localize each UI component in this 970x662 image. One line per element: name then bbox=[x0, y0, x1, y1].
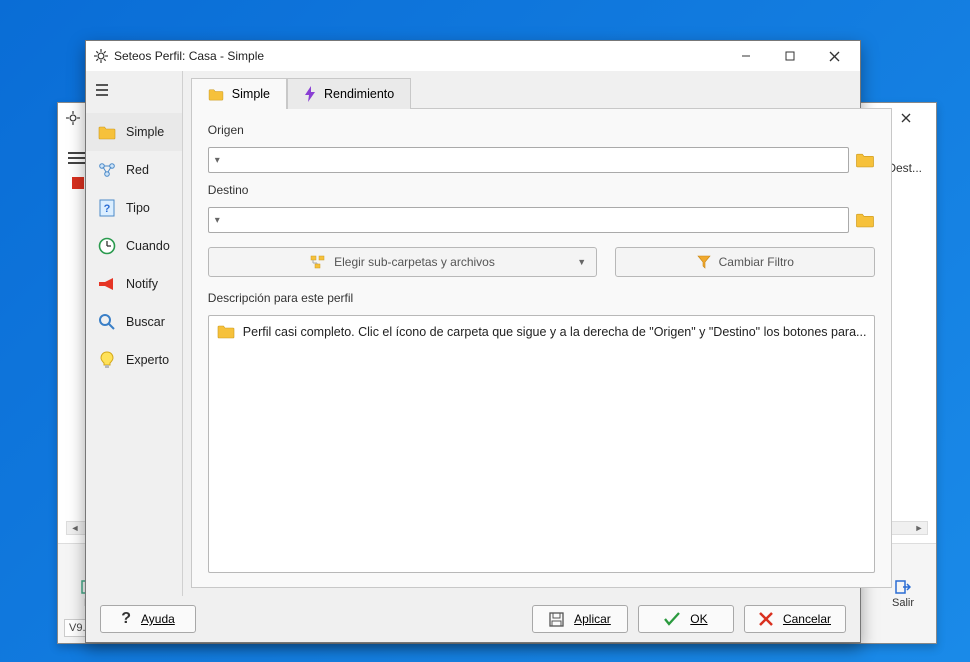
maximize-button[interactable] bbox=[768, 42, 812, 70]
ok-button[interactable]: OK bbox=[638, 605, 734, 633]
sidebar-item-label: Notify bbox=[126, 277, 158, 291]
scroll-right-icon[interactable]: ► bbox=[911, 522, 927, 534]
sidebar-item-label: Cuando bbox=[126, 239, 170, 253]
destino-dropdown[interactable]: ▾ bbox=[208, 207, 850, 233]
search-icon bbox=[98, 313, 116, 331]
help-label: Ayuda bbox=[141, 612, 175, 626]
origen-browse-button[interactable] bbox=[855, 152, 875, 168]
cancel-icon bbox=[759, 612, 773, 626]
stop-icon bbox=[72, 177, 84, 189]
back-app-icon bbox=[66, 111, 80, 125]
network-icon bbox=[98, 161, 116, 179]
origen-dropdown[interactable]: ▾ bbox=[208, 147, 850, 173]
settings-sidebar: Simple Red ? Tipo Cuando bbox=[86, 71, 183, 596]
tree-icon bbox=[310, 255, 326, 269]
ok-label: OK bbox=[690, 612, 707, 626]
help-icon: ? bbox=[121, 610, 131, 628]
folder-icon bbox=[98, 123, 116, 141]
tab-strip: Simple Rendimiento bbox=[191, 77, 893, 108]
sidebar-item-experto[interactable]: Experto bbox=[86, 341, 182, 379]
chevron-down-icon: ▾ bbox=[215, 215, 220, 226]
sidebar-item-tipo[interactable]: ? Tipo bbox=[86, 189, 182, 227]
change-filter-label: Cambiar Filtro bbox=[719, 255, 794, 269]
type-help-icon: ? bbox=[98, 199, 116, 217]
cancel-label: Cancelar bbox=[783, 612, 831, 626]
sidebar-item-label: Buscar bbox=[126, 315, 165, 329]
sidebar-item-cuando[interactable]: Cuando bbox=[86, 227, 182, 265]
chevron-down-icon: ▼ bbox=[577, 257, 586, 267]
cancel-button[interactable]: Cancelar bbox=[744, 605, 846, 633]
description-area[interactable]: Perfil casi completo. Clic el ícono de c… bbox=[208, 315, 876, 573]
tab-rendimiento[interactable]: Rendimiento bbox=[287, 78, 411, 109]
destino-label: Destino bbox=[208, 183, 876, 197]
apply-button[interactable]: Aplicar bbox=[532, 605, 628, 633]
sidebar-item-label: Red bbox=[126, 163, 149, 177]
change-filter-button[interactable]: Cambiar Filtro bbox=[615, 247, 875, 277]
destino-browse-button[interactable] bbox=[855, 212, 875, 228]
funnel-icon bbox=[697, 255, 711, 269]
lightning-icon bbox=[304, 86, 316, 102]
chevron-down-icon: ▾ bbox=[215, 155, 220, 166]
tab-content: Origen ▾ Destino ▾ bbox=[191, 108, 893, 588]
clock-icon bbox=[98, 237, 116, 255]
scroll-left-icon[interactable]: ◄ bbox=[67, 522, 83, 534]
sidebar-item-simple[interactable]: Simple bbox=[86, 113, 182, 151]
menu-icon[interactable] bbox=[86, 71, 118, 113]
tab-label: Simple bbox=[232, 87, 270, 101]
svg-text:?: ? bbox=[104, 203, 111, 215]
description-label: Descripción para este perfil bbox=[208, 291, 876, 305]
exit-label: Salir bbox=[892, 597, 914, 609]
sidebar-item-red[interactable]: Red bbox=[86, 151, 182, 189]
folder-icon bbox=[208, 88, 224, 101]
origen-label: Origen bbox=[208, 123, 876, 137]
help-button[interactable]: ? Ayuda bbox=[100, 605, 196, 633]
sidebar-item-notify[interactable]: Notify bbox=[86, 265, 182, 303]
choose-subfolders-label: Elegir sub-carpetas y archivos bbox=[334, 255, 495, 269]
folder-icon bbox=[217, 324, 235, 339]
minimize-button[interactable] bbox=[724, 42, 768, 70]
profile-settings-dialog: Seteos Perfil: Casa - Simple Simple bbox=[85, 40, 861, 643]
megaphone-icon bbox=[98, 275, 116, 293]
dialog-footer: ? Ayuda Aplicar OK Cancelar bbox=[86, 596, 860, 642]
sidebar-item-label: Experto bbox=[126, 353, 169, 367]
main-panel: Simple Rendimiento Origen ▾ bbox=[183, 71, 901, 596]
lightbulb-icon bbox=[98, 351, 116, 369]
save-icon bbox=[549, 612, 564, 627]
sidebar-item-buscar[interactable]: Buscar bbox=[86, 303, 182, 341]
sidebar-item-label: Tipo bbox=[126, 201, 150, 215]
choose-subfolders-button[interactable]: Elegir sub-carpetas y archivos ▼ bbox=[208, 247, 597, 277]
tab-simple[interactable]: Simple bbox=[191, 78, 287, 109]
back-menu-icon[interactable] bbox=[68, 149, 86, 167]
dialog-titlebar: Seteos Perfil: Casa - Simple bbox=[86, 41, 860, 71]
tab-label: Rendimiento bbox=[324, 87, 394, 101]
dialog-title: Seteos Perfil: Casa - Simple bbox=[114, 49, 264, 63]
check-icon bbox=[664, 612, 680, 626]
close-button[interactable] bbox=[812, 42, 856, 70]
dialog-app-icon bbox=[94, 49, 108, 63]
description-text: Perfil casi completo. Clic el ícono de c… bbox=[243, 325, 867, 339]
apply-label: Aplicar bbox=[574, 612, 611, 626]
sidebar-item-label: Simple bbox=[126, 125, 164, 139]
